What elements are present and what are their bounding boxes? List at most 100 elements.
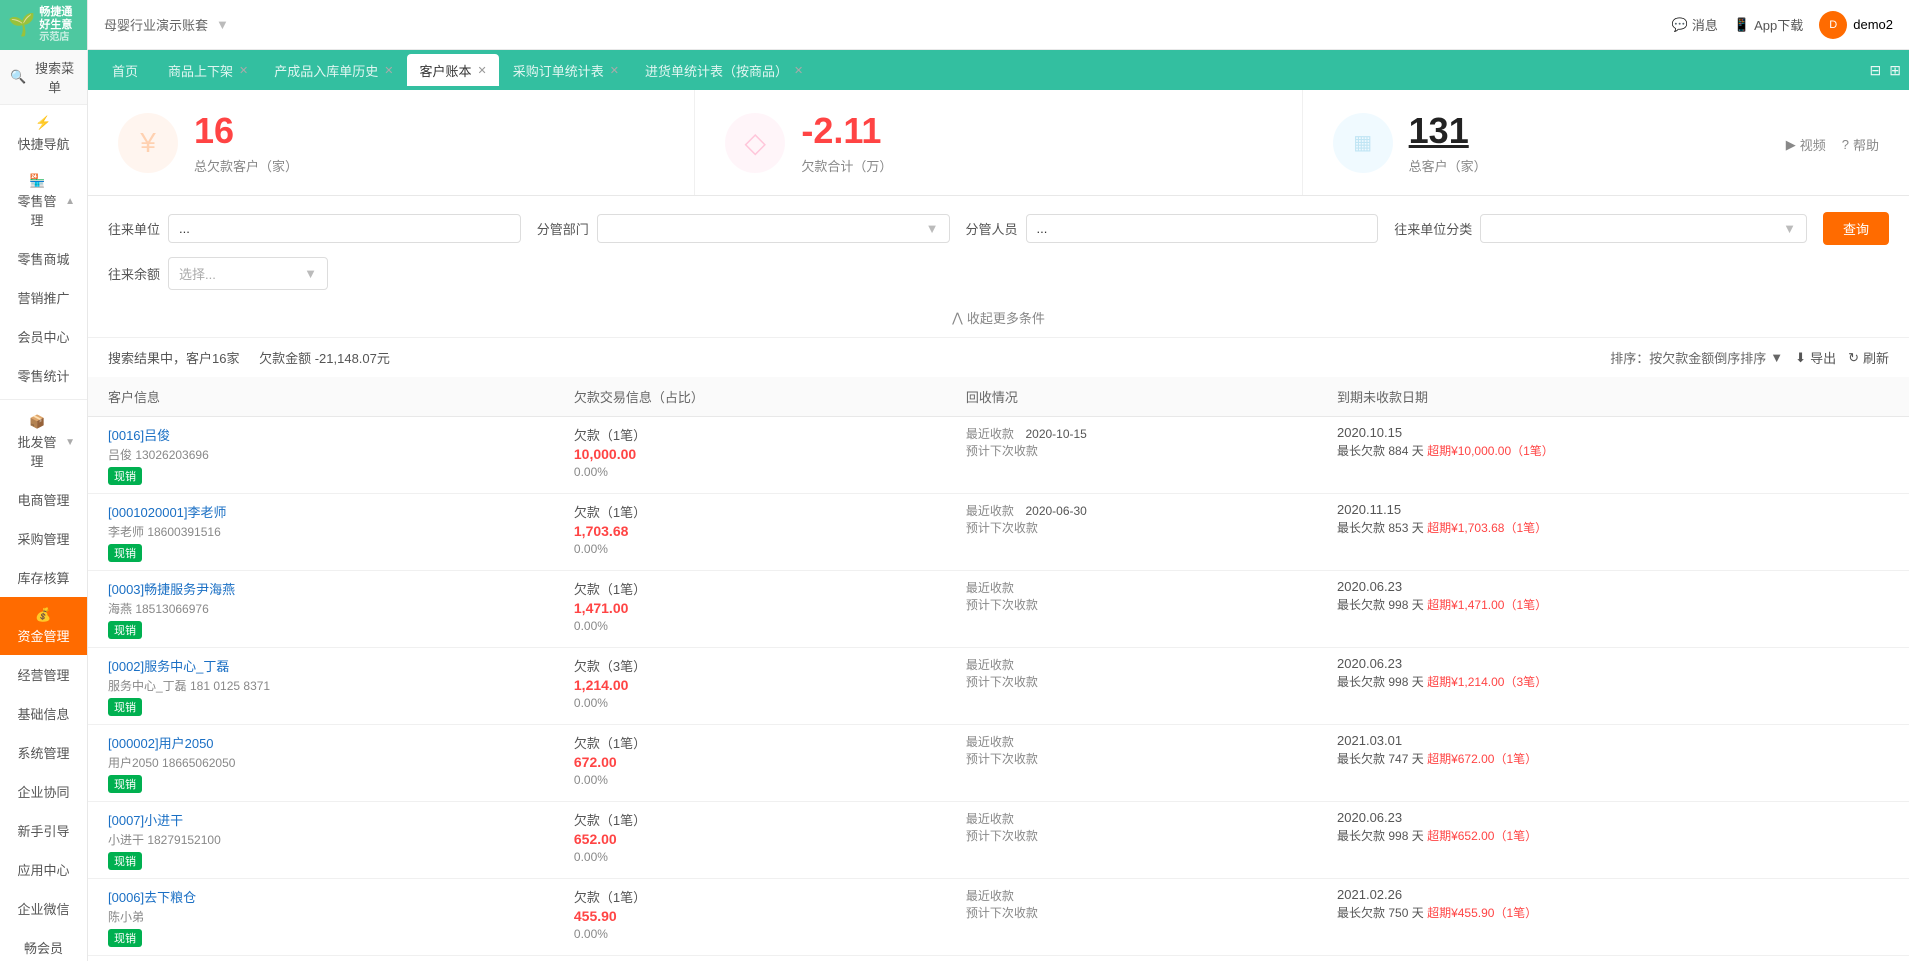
- overdue-link-2[interactable]: 超期¥1,471.00（1笔）: [1427, 598, 1547, 612]
- sidebar-item-finance[interactable]: 💰 资金管理: [0, 597, 87, 655]
- sidebar-item-vip[interactable]: 畅会员: [0, 928, 87, 961]
- tab-close-purchase[interactable]: ✕: [610, 64, 619, 77]
- tab-close-goods[interactable]: ✕: [239, 64, 248, 77]
- sidebar-item-basic[interactable]: 基础信息: [0, 694, 87, 733]
- sidebar-retail-label: 零售管理: [12, 191, 62, 229]
- overdue-link-3[interactable]: 超期¥1,214.00（3笔）: [1427, 675, 1547, 689]
- debt-pct-4: 0.00%: [574, 773, 608, 787]
- message-icon: 💬: [1672, 17, 1688, 33]
- overdue-date-3: 2020.06.23: [1337, 656, 1889, 671]
- tab-purchase-order-label: 采购订单统计表: [513, 61, 604, 80]
- app-download-button[interactable]: 📱 App下载: [1734, 15, 1803, 34]
- table-row: [0003]畅捷服务尹海燕 海燕 18513066976 现销 欠款（1笔） 1…: [88, 571, 1909, 648]
- recovery-next-5: 预计下次收款: [966, 827, 1297, 844]
- tab-stock-summary[interactable]: 进货单统计表（按商品） ✕: [633, 54, 815, 86]
- sidebar-item-newbie[interactable]: 新手引导: [0, 811, 87, 850]
- sidebar-item-batch[interactable]: 📦 批发管理 ▼: [0, 404, 87, 480]
- debt-count-2: 欠款（1笔）: [574, 579, 926, 598]
- sidebar-item-system[interactable]: 系统管理: [0, 733, 87, 772]
- unit-category-select[interactable]: ▼: [1480, 214, 1807, 243]
- video-button[interactable]: ▶ 视频: [1786, 135, 1826, 154]
- dept-select[interactable]: ▼: [597, 214, 950, 243]
- collapse-button[interactable]: ⋀ 收起更多条件: [952, 308, 1045, 327]
- cell-debt-3: 欠款（3笔） 1,214.00 0.00%: [554, 648, 946, 725]
- sidebar-item-search[interactable]: 🔍 搜索菜单: [0, 50, 87, 105]
- manager-input[interactable]: ...: [1026, 214, 1379, 243]
- sidebar-divider1: [0, 399, 87, 400]
- customer-name-link-3[interactable]: [0002]服务中心_丁磊: [108, 656, 534, 675]
- sidebar-item-retail-shop[interactable]: 零售商城: [0, 239, 87, 278]
- content-area: ¥ 16 总欠款客户（家） ◇ -2.11 欠款合计（万） ▦ 131 总客户（…: [88, 90, 1909, 961]
- customer-sub-4: 用户2050 18665062050: [108, 754, 534, 771]
- sidebar-item-retail[interactable]: 🏪 零售管理 ▲: [0, 163, 87, 239]
- user-area[interactable]: D demo2: [1819, 11, 1893, 39]
- customer-tag-5: 现销: [108, 852, 142, 870]
- logo-text2: 示范店: [39, 32, 79, 44]
- debt-count-0: 欠款（1笔）: [574, 425, 926, 444]
- refresh-button[interactable]: ↻ 刷新: [1848, 348, 1889, 367]
- main-area: 母婴行业演示账套 ▼ 💬 消息 📱 App下载 D demo2 首页 商品上下架…: [88, 0, 1909, 961]
- customer-name-link-4[interactable]: [000002]用户2050: [108, 733, 534, 752]
- tab-purchase-order[interactable]: 采购订单统计表 ✕: [501, 54, 631, 86]
- sidebar-item-marketing[interactable]: 营销推广: [0, 278, 87, 317]
- sidebar-finance-label: 资金管理: [17, 626, 69, 645]
- refresh-icon: ↻: [1848, 350, 1859, 366]
- unit-category-chevron-icon: ▼: [1783, 221, 1796, 236]
- overdue-link-1[interactable]: 超期¥1,703.68（1笔）: [1427, 521, 1547, 535]
- sidebar-item-apps[interactable]: 应用中心: [0, 850, 87, 889]
- tab-close-stock[interactable]: ✕: [794, 64, 803, 77]
- help-icon: ?: [1842, 137, 1849, 152]
- collapse-icon: ⋀: [952, 310, 963, 326]
- overdue-link-5[interactable]: 超期¥652.00（1笔）: [1427, 829, 1537, 843]
- tab-close-customer[interactable]: ✕: [478, 64, 487, 77]
- stat-value-total-customers: 131: [1409, 110, 1487, 152]
- dropdown-icon[interactable]: ▼: [216, 17, 229, 32]
- sidebar-item-wechat[interactable]: 企业微信: [0, 889, 87, 928]
- tab-minimize-icon[interactable]: ⊟: [1870, 62, 1882, 79]
- cell-customer-7: [000001]黄思源 黄思源 13552700226 现销: [88, 956, 554, 961]
- customer-name-link-2[interactable]: [0003]畅捷服务尹海燕: [108, 579, 534, 598]
- cell-customer-6: [0006]去下粮仓 陈小弟 现销: [88, 879, 554, 956]
- debt-count-1: 欠款（1笔）: [574, 502, 926, 521]
- table-row: [000002]用户2050 用户2050 18665062050 现销 欠款（…: [88, 725, 1909, 802]
- sidebar-item-retail-stats[interactable]: 零售统计: [0, 356, 87, 395]
- tab-product-history[interactable]: 产成品入库单历史 ✕: [262, 54, 405, 86]
- sidebar-item-membership[interactable]: 会员中心: [0, 317, 87, 356]
- export-button[interactable]: ⬇ 导出: [1795, 348, 1836, 367]
- sidebar-item-operation[interactable]: 经营管理: [0, 655, 87, 694]
- help-button[interactable]: ? 帮助: [1842, 135, 1879, 154]
- sidebar-item-enterprise[interactable]: 企业协同: [0, 772, 87, 811]
- customer-name-link-0[interactable]: [0016]吕俊: [108, 425, 534, 444]
- customer-name-link-1[interactable]: [0001020001]李老师: [108, 502, 534, 521]
- table-row: [0001020001]李老师 李老师 18600391516 现销 欠款（1笔…: [88, 494, 1909, 571]
- cell-overdue-6: 2021.02.26 最长欠款 750 天 超期¥455.90（1笔）: [1317, 879, 1909, 956]
- customer-name-link-6[interactable]: [0006]去下粮仓: [108, 887, 534, 906]
- overdue-date-2: 2020.06.23: [1337, 579, 1889, 594]
- tab-goods-offshelf[interactable]: 商品上下架 ✕: [156, 54, 260, 86]
- search-button[interactable]: 查询: [1823, 212, 1889, 245]
- sidebar-nav: 🔍 搜索菜单 ⚡ 快捷导航 🏪 零售管理 ▲ 零售商城 营销推广 会员中心 零售…: [0, 50, 87, 961]
- overdue-link-6[interactable]: 超期¥455.90（1笔）: [1427, 906, 1537, 920]
- origin-unit-input[interactable]: ...: [168, 214, 521, 243]
- customer-name-link-5[interactable]: [0007]小进干: [108, 810, 534, 829]
- tab-close-product[interactable]: ✕: [384, 64, 393, 77]
- cell-overdue-7: 2020.12.30 最长欠款 808 天 超期¥429.00（1笔）: [1317, 956, 1909, 961]
- sidebar-item-purchase[interactable]: 采购管理: [0, 519, 87, 558]
- cell-overdue-3: 2020.06.23 最长欠款 998 天 超期¥1,214.00（3笔）: [1317, 648, 1909, 725]
- tab-product-history-label: 产成品入库单历史: [274, 61, 378, 80]
- balance-select[interactable]: 选择... ▼: [168, 257, 328, 290]
- table-row: [0002]服务中心_丁磊 服务中心_丁磊 181 0125 8371 现销 欠…: [88, 648, 1909, 725]
- sidebar-item-inventory[interactable]: 库存核算: [0, 558, 87, 597]
- debt-count-5: 欠款（1笔）: [574, 810, 926, 829]
- stat-card-debt-customers: ¥ 16 总欠款客户（家）: [88, 90, 695, 195]
- tab-home[interactable]: 首页: [96, 54, 154, 86]
- overdue-link-0[interactable]: 超期¥10,000.00（1笔）: [1427, 444, 1554, 458]
- sidebar-item-nav[interactable]: ⚡ 快捷导航: [0, 105, 87, 163]
- overdue-link-4[interactable]: 超期¥672.00（1笔）: [1427, 752, 1537, 766]
- message-label: 消息: [1692, 15, 1718, 34]
- tab-customer-account[interactable]: 客户账本 ✕: [407, 54, 498, 86]
- tab-maximize-icon[interactable]: ⊞: [1889, 62, 1901, 79]
- sort-selector[interactable]: 排序：按欠款金额倒序排序 ▼: [1610, 348, 1783, 367]
- message-button[interactable]: 💬 消息: [1672, 15, 1718, 34]
- sidebar-item-ecommerce[interactable]: 电商管理: [0, 480, 87, 519]
